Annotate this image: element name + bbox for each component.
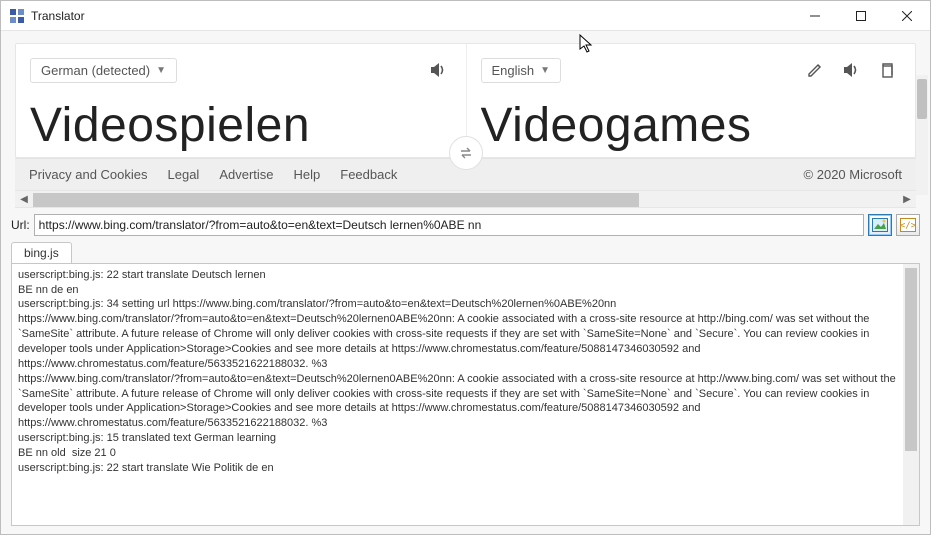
close-button[interactable] [884, 1, 930, 31]
minimize-icon [810, 11, 820, 21]
target-panel: English ▼ [466, 44, 916, 157]
footer-link-legal[interactable]: Legal [168, 167, 200, 182]
translator-vertical-scrollbar[interactable] [916, 75, 928, 195]
code-icon: </> [900, 218, 916, 232]
footer-link-privacy[interactable]: Privacy and Cookies [29, 167, 148, 182]
console-line: BE nn old size 21 0 [18, 446, 913, 461]
translator-area: German (detected) ▼ Videospielen [1, 31, 930, 208]
tab-bingjs[interactable]: bing.js [11, 242, 72, 263]
horizontal-scrollbar[interactable]: ◀ ▶ [15, 190, 916, 208]
console-line: userscript:bing.js: 34 setting url https… [18, 297, 913, 312]
source-language-label: German (detected) [41, 63, 150, 78]
maximize-icon [856, 11, 866, 21]
source-lang-row: German (detected) ▼ [30, 54, 452, 86]
app-window: Translator [0, 0, 931, 535]
title-bar: Translator [1, 1, 930, 31]
target-language-label: English [492, 63, 535, 78]
devtools-button[interactable]: </> [896, 214, 920, 236]
swap-languages-button[interactable] [449, 136, 483, 170]
url-row: Url: </> [1, 208, 930, 242]
console-line: https://www.bing.com/translator/?from=au… [18, 312, 913, 371]
footer-link-help[interactable]: Help [294, 167, 321, 182]
console-line: userscript:bing.js: 22 start translate D… [18, 268, 913, 283]
target-language-select[interactable]: English ▼ [481, 58, 562, 83]
url-input[interactable] [34, 214, 864, 236]
chevron-down-icon: ▼ [156, 65, 166, 76]
listen-target-button[interactable] [837, 56, 865, 84]
window-title: Translator [31, 9, 85, 23]
console-line: BE nn de en [18, 283, 913, 298]
close-icon [902, 11, 912, 21]
copy-icon [878, 61, 896, 79]
url-label: Url: [11, 218, 30, 232]
copy-button[interactable] [873, 56, 901, 84]
console-line: userscript:bing.js: 15 translated text G… [18, 431, 913, 446]
svg-text:</>: </> [900, 221, 916, 231]
console-output[interactable]: userscript:bing.js: 22 start translate D… [11, 263, 920, 526]
source-text[interactable]: Videospielen [30, 100, 452, 153]
translator-panels: German (detected) ▼ Videospielen [15, 43, 916, 158]
speaker-icon [428, 60, 448, 80]
target-lang-row: English ▼ [481, 54, 902, 86]
console-line: userscript:bing.js: 22 start translate W… [18, 461, 913, 476]
source-language-select[interactable]: German (detected) ▼ [30, 58, 177, 83]
scrollbar-thumb[interactable] [917, 79, 927, 119]
client-area: German (detected) ▼ Videospielen [1, 31, 930, 534]
swap-icon [458, 145, 474, 161]
scrollbar-thumb[interactable] [33, 193, 639, 207]
edit-button[interactable] [801, 56, 829, 84]
console-tabs: bing.js [1, 242, 930, 263]
pencil-icon [806, 61, 824, 79]
scroll-left-button[interactable]: ◀ [15, 191, 33, 209]
footer-copyright: © 2020 Microsoft [804, 167, 902, 182]
image-icon [872, 218, 888, 232]
scrollbar-thumb[interactable] [905, 268, 917, 451]
listen-source-button[interactable] [424, 56, 452, 84]
maximize-button[interactable] [838, 1, 884, 31]
speaker-icon [841, 60, 861, 80]
footer-link-advertise[interactable]: Advertise [219, 167, 273, 182]
scroll-right-button[interactable]: ▶ [898, 191, 916, 209]
console-wrap: userscript:bing.js: 22 start translate D… [1, 263, 930, 534]
target-text: Videogames [481, 100, 902, 153]
console-line: https://www.bing.com/translator/?from=au… [18, 372, 913, 431]
console-vertical-scrollbar[interactable] [903, 264, 919, 525]
footer-link-feedback[interactable]: Feedback [340, 167, 397, 182]
source-panel: German (detected) ▼ Videospielen [16, 44, 466, 157]
app-icon [9, 8, 25, 24]
chevron-down-icon: ▼ [540, 65, 550, 76]
screenshot-button[interactable] [868, 214, 892, 236]
minimize-button[interactable] [792, 1, 838, 31]
